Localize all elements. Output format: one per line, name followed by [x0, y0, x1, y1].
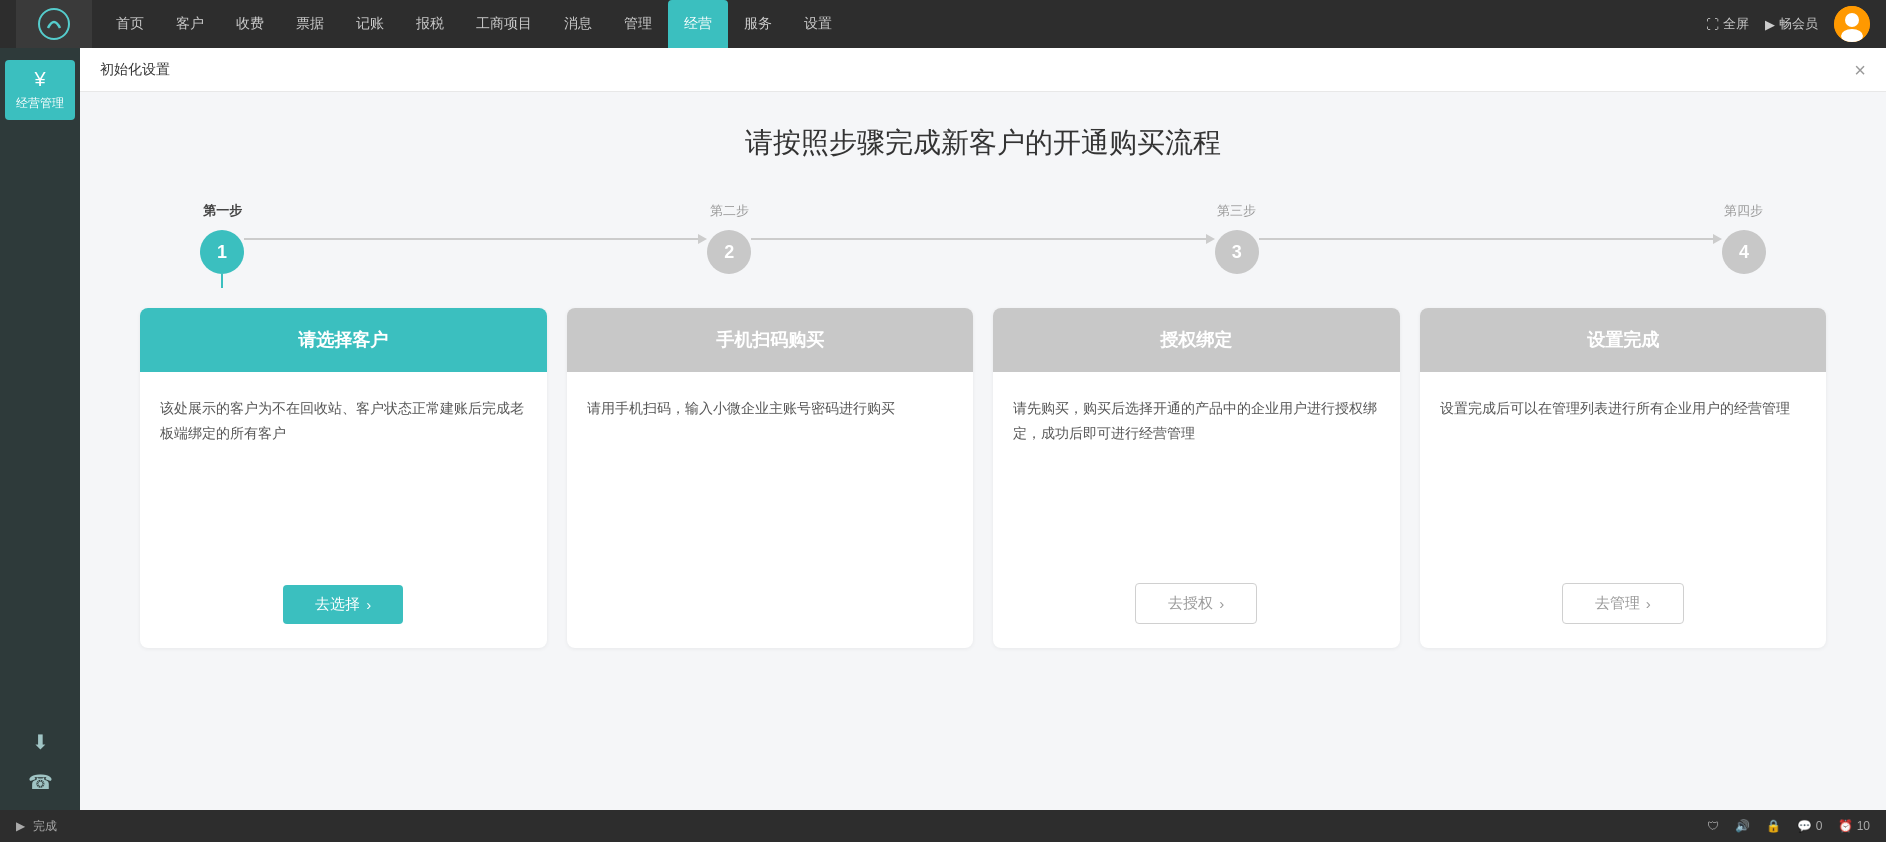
- card-4: 设置完成 设置完成后可以在管理列表进行所有企业用户的经营管理 去管理 ›: [1420, 308, 1827, 648]
- card-1: 请选择客户 该处展示的客户为不在回收站、客户状态正常建账后完成老板端绑定的所有客…: [140, 308, 547, 648]
- card-3-header: 授权绑定: [993, 308, 1400, 372]
- main-title: 请按照步骤完成新客户的开通购买流程: [140, 124, 1826, 162]
- nav-item-home[interactable]: 首页: [100, 0, 160, 48]
- card-2-header: 手机扫码购买: [567, 308, 974, 372]
- card-4-body: 设置完成后可以在管理列表进行所有企业用户的经营管理: [1420, 372, 1827, 567]
- nav-item-bill[interactable]: 票据: [280, 0, 340, 48]
- support-icon[interactable]: ☎: [28, 770, 53, 794]
- card-1-body: 该处展示的客户为不在回收站、客户状态正常建账后完成老板端绑定的所有客户: [140, 372, 547, 569]
- nav-item-manage[interactable]: 管理: [608, 0, 668, 48]
- nav-item-tax[interactable]: 报税: [400, 0, 460, 48]
- card-3-button-icon: ›: [1219, 595, 1224, 612]
- step-2-wrapper: 第二步 2: [707, 202, 751, 274]
- bottom-play-icon[interactable]: ▶: [16, 819, 25, 833]
- step-4-circle: 4: [1722, 230, 1766, 274]
- step-3-circle: 3: [1215, 230, 1259, 274]
- step-3-wrapper: 第三步 3: [1215, 202, 1259, 274]
- svg-point-0: [39, 9, 69, 39]
- svg-point-2: [1845, 13, 1859, 27]
- sidebar-bottom: ⬇ ☎: [28, 730, 53, 810]
- card-2: 手机扫码购买 请用手机扫码，输入小微企业主账号密码进行购买: [567, 308, 974, 648]
- chat-count: 💬 0: [1797, 819, 1822, 833]
- step-1-tick: [221, 274, 223, 288]
- connector-1: [244, 234, 707, 244]
- fullscreen-icon: ⛶: [1706, 17, 1719, 32]
- nav-item-operation[interactable]: 经营: [668, 0, 728, 48]
- nav-item-fee[interactable]: 收费: [220, 0, 280, 48]
- card-1-button[interactable]: 去选择 ›: [283, 585, 403, 624]
- card-3: 授权绑定 请先购买，购买后选择开通的产品中的企业用户进行授权绑定，成功后即可进行…: [993, 308, 1400, 648]
- steps-indicator: 第一步 1 第二步 2 第三步 3: [140, 202, 1826, 288]
- avatar[interactable]: [1834, 6, 1870, 42]
- close-button[interactable]: ×: [1854, 60, 1866, 80]
- card-2-footer: [567, 608, 974, 648]
- bottom-right: 🛡 🔊 🔒 💬 0 ⏰ 10: [1707, 819, 1870, 833]
- nav-item-settings[interactable]: 设置: [788, 0, 848, 48]
- bottom-status: 完成: [33, 818, 57, 835]
- nav-item-customer[interactable]: 客户: [160, 0, 220, 48]
- step-2-circle: 2: [707, 230, 751, 274]
- top-nav: 首页 客户 收费 票据 记账 报税 工商项目 消息 管理 经营 服务 设置 ⛶ …: [0, 0, 1886, 48]
- nav-item-account[interactable]: 记账: [340, 0, 400, 48]
- volume-icon: 🔊: [1735, 819, 1750, 833]
- card-1-footer: 去选择 ›: [140, 569, 547, 648]
- step-2-label: 第二步: [710, 202, 749, 220]
- card-3-button[interactable]: 去授权 ›: [1135, 583, 1257, 624]
- card-3-body: 请先购买，购买后选择开通的产品中的企业用户进行授权绑定，成功后即可进行经营管理: [993, 372, 1400, 567]
- clock-count: ⏰ 10: [1838, 819, 1870, 833]
- card-1-header: 请选择客户: [140, 308, 547, 372]
- step-4-label: 第四步: [1724, 202, 1763, 220]
- logo: [16, 0, 92, 48]
- step-3-label: 第三步: [1217, 202, 1256, 220]
- step-1-wrapper: 第一步 1: [200, 202, 244, 288]
- card-4-button[interactable]: 去管理 ›: [1562, 583, 1684, 624]
- nav-item-service[interactable]: 服务: [728, 0, 788, 48]
- main-content: 初始化设置 × 请按照步骤完成新客户的开通购买流程 第一步 1 第二步 2: [80, 48, 1886, 810]
- card-4-button-label: 去管理: [1595, 594, 1640, 613]
- shield-icon: 🛡: [1707, 819, 1719, 833]
- sidebar-item-label: 经营管理: [16, 95, 64, 112]
- sidebar: ¥ 经营管理 ⬇ ☎: [0, 48, 80, 810]
- content-area: 请按照步骤完成新客户的开通购买流程 第一步 1 第二步 2: [80, 92, 1886, 810]
- fullscreen-button[interactable]: ⛶ 全屏: [1706, 15, 1749, 33]
- connector-3: [1259, 234, 1722, 244]
- card-4-header: 设置完成: [1420, 308, 1827, 372]
- card-3-footer: 去授权 ›: [993, 567, 1400, 648]
- card-4-button-icon: ›: [1646, 595, 1651, 612]
- yen-icon: ¥: [34, 68, 45, 91]
- cards-container: 请选择客户 该处展示的客户为不在回收站、客户状态正常建账后完成老板端绑定的所有客…: [140, 308, 1826, 648]
- card-2-body: 请用手机扫码，输入小微企业主账号密码进行购买: [567, 372, 974, 608]
- play-icon: ▶: [1765, 17, 1775, 32]
- step-4-wrapper: 第四步 4: [1722, 202, 1766, 274]
- sidebar-item-operation[interactable]: ¥ 经营管理: [5, 60, 75, 120]
- card-4-footer: 去管理 ›: [1420, 567, 1827, 648]
- page-title: 初始化设置: [100, 61, 170, 79]
- download-icon[interactable]: ⬇: [32, 730, 49, 754]
- step-1-label: 第一步: [203, 202, 242, 220]
- lock-icon: 🔒: [1766, 819, 1781, 833]
- nav-item-biz[interactable]: 工商项目: [460, 0, 548, 48]
- member-button[interactable]: ▶ 畅会员: [1765, 15, 1818, 33]
- card-1-button-icon: ›: [366, 596, 371, 613]
- connector-2: [751, 234, 1214, 244]
- bottom-bar: ▶ 完成 🛡 🔊 🔒 💬 0 ⏰ 10: [0, 810, 1886, 842]
- nav-right: ⛶ 全屏 ▶ 畅会员: [1706, 6, 1870, 42]
- step-1-circle: 1: [200, 230, 244, 274]
- nav-item-msg[interactable]: 消息: [548, 0, 608, 48]
- card-3-button-label: 去授权: [1168, 594, 1213, 613]
- card-1-button-label: 去选择: [315, 595, 360, 614]
- page-header: 初始化设置 ×: [80, 48, 1886, 92]
